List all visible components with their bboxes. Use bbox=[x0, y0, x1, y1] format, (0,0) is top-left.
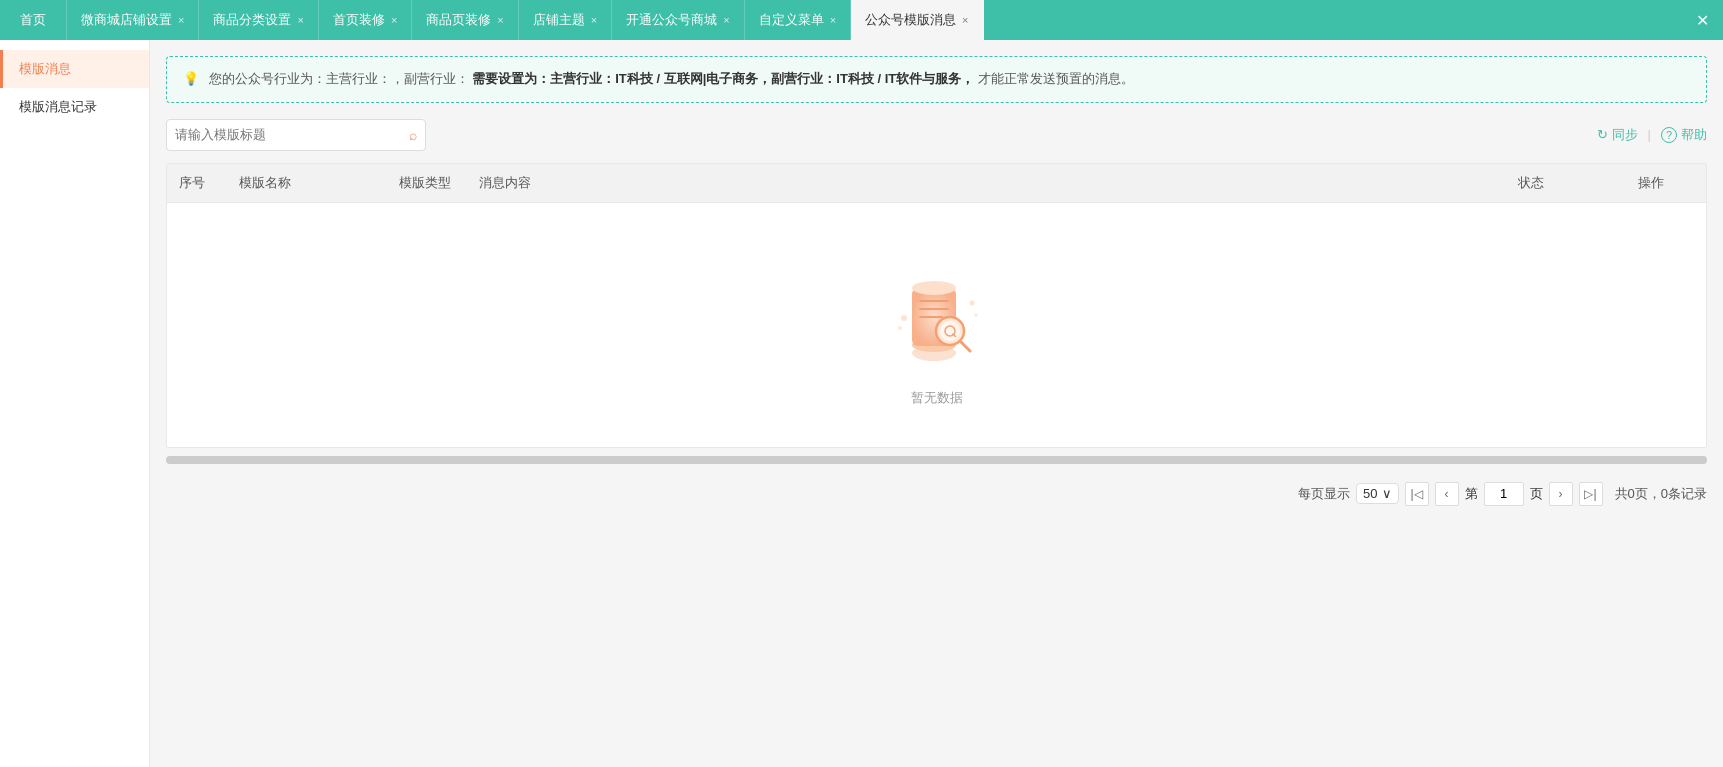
close-all-button[interactable]: ✕ bbox=[1682, 0, 1723, 40]
content-area: 💡 您的公众号行业为：主营行业：，副营行业： 需要设置为：主营行业：IT科技 /… bbox=[150, 40, 1723, 767]
sidebar-item-template-message-log[interactable]: 模版消息记录 bbox=[0, 88, 149, 126]
sidebar: 模版消息 模版消息记录 bbox=[0, 40, 150, 767]
nav-tab-1[interactable]: 商品分类设置 × bbox=[199, 0, 318, 40]
tab-label-6: 自定义菜单 bbox=[759, 11, 824, 29]
svg-line-9 bbox=[960, 341, 970, 351]
table-head: 序号 模版名称 模版类型 消息内容 状态 操作 bbox=[167, 164, 1706, 203]
tab-label-2: 首页装修 bbox=[333, 11, 385, 29]
sync-icon: ↻ bbox=[1597, 127, 1608, 142]
empty-text: 暂无数据 bbox=[911, 389, 963, 407]
col-header-content: 消息内容 bbox=[467, 164, 1506, 203]
nav-tab-0[interactable]: 微商城店铺设置 × bbox=[67, 0, 199, 40]
col-header-status: 状态 bbox=[1506, 164, 1626, 203]
tab-label-0: 微商城店铺设置 bbox=[81, 11, 172, 29]
pagination: 每页显示 50 ∨ |◁ ‹ 第 页 › ▷| 共0页，0条记录 bbox=[166, 472, 1707, 510]
last-page-icon: ▷| bbox=[1584, 487, 1596, 501]
table-empty-row: 暂无数据 bbox=[167, 202, 1706, 447]
nav-home[interactable]: 首页 bbox=[0, 0, 67, 40]
sidebar-item-label-0: 模版消息 bbox=[19, 61, 71, 76]
nav-tab-3[interactable]: 商品页装修 × bbox=[412, 0, 518, 40]
nav-tab-6[interactable]: 自定义菜单 × bbox=[745, 0, 851, 40]
tab-close-0[interactable]: × bbox=[178, 14, 184, 26]
sync-button[interactable]: ↻ 同步 bbox=[1597, 126, 1638, 144]
top-nav: 首页 微商城店铺设置 × 商品分类设置 × 首页装修 × 商品页装修 × 店铺主… bbox=[0, 0, 1723, 40]
nav-tab-4[interactable]: 店铺主题 × bbox=[519, 0, 612, 40]
table-scroll-bar[interactable] bbox=[166, 456, 1707, 464]
help-button[interactable]: ? 帮助 bbox=[1661, 126, 1707, 144]
notice-icon: 💡 bbox=[183, 71, 199, 86]
nav-tab-7[interactable]: 公众号模版消息 × bbox=[851, 0, 983, 40]
svg-point-8 bbox=[940, 321, 960, 341]
svg-point-12 bbox=[901, 315, 907, 321]
tab-label-3: 商品页装修 bbox=[426, 11, 491, 29]
per-page-chevron: ∨ bbox=[1382, 486, 1392, 501]
first-page-icon: |◁ bbox=[1410, 487, 1422, 501]
tab-label-5: 开通公众号商城 bbox=[626, 11, 717, 29]
tab-close-3[interactable]: × bbox=[497, 14, 503, 26]
tab-close-7[interactable]: × bbox=[962, 14, 968, 26]
notice-suffix: 才能正常发送预置的消息。 bbox=[978, 71, 1134, 86]
next-page-icon: › bbox=[1559, 487, 1563, 501]
main-layout: 模版消息 模版消息记录 💡 您的公众号行业为：主营行业：，副营行业： 需要设置为… bbox=[0, 40, 1723, 767]
tab-close-2[interactable]: × bbox=[391, 14, 397, 26]
tab-close-6[interactable]: × bbox=[830, 14, 836, 26]
empty-state: 暂无数据 bbox=[167, 203, 1706, 447]
page-number-input[interactable] bbox=[1484, 482, 1524, 506]
last-page-button[interactable]: ▷| bbox=[1579, 482, 1603, 506]
col-header-action: 操作 bbox=[1626, 164, 1706, 203]
search-input-wrap[interactable]: ⌕ bbox=[166, 119, 426, 151]
search-bar: ⌕ ↻ 同步 | ? 帮助 bbox=[166, 119, 1707, 151]
search-icon[interactable]: ⌕ bbox=[409, 127, 417, 143]
sidebar-item-label-1: 模版消息记录 bbox=[19, 99, 97, 114]
tab-close-5[interactable]: × bbox=[723, 14, 729, 26]
col-header-name: 模版名称 bbox=[227, 164, 387, 203]
table-scroll-thumb bbox=[166, 456, 1707, 464]
tab-close-4[interactable]: × bbox=[591, 14, 597, 26]
nav-tab-5[interactable]: 开通公众号商城 × bbox=[612, 0, 744, 40]
toolbar-divider: | bbox=[1648, 127, 1651, 142]
tab-close-1[interactable]: × bbox=[297, 14, 303, 26]
help-icon: ? bbox=[1661, 127, 1677, 143]
search-input[interactable] bbox=[175, 127, 409, 142]
table-body: 暂无数据 bbox=[167, 202, 1706, 447]
first-page-button[interactable]: |◁ bbox=[1405, 482, 1429, 506]
tab-label-4: 店铺主题 bbox=[533, 11, 585, 29]
prev-page-icon: ‹ bbox=[1445, 487, 1449, 501]
svg-point-14 bbox=[969, 300, 974, 305]
toolbar-right: ↻ 同步 | ? 帮助 bbox=[1597, 126, 1707, 144]
per-page-value: 50 bbox=[1363, 486, 1377, 501]
notice-highlight: 需要设置为：主营行业：IT科技 / 互联网|电子商务，副营行业：IT科技 / I… bbox=[472, 71, 974, 86]
notice-banner: 💡 您的公众号行业为：主营行业：，副营行业： 需要设置为：主营行业：IT科技 /… bbox=[166, 56, 1707, 103]
total-info: 共0页，0条记录 bbox=[1615, 485, 1707, 503]
close-all-icon: ✕ bbox=[1696, 11, 1709, 30]
page-label-suf: 页 bbox=[1530, 485, 1543, 503]
empty-illustration bbox=[882, 263, 992, 373]
table-header-row: 序号 模版名称 模版类型 消息内容 状态 操作 bbox=[167, 164, 1706, 203]
table-wrapper: 序号 模版名称 模版类型 消息内容 状态 操作 bbox=[166, 163, 1707, 448]
col-header-type: 模版类型 bbox=[387, 164, 467, 203]
svg-point-3 bbox=[912, 281, 956, 295]
svg-point-15 bbox=[974, 313, 978, 317]
nav-tab-2[interactable]: 首页装修 × bbox=[319, 0, 412, 40]
per-page-label: 每页显示 bbox=[1298, 485, 1350, 503]
prev-page-button[interactable]: ‹ bbox=[1435, 482, 1459, 506]
svg-point-13 bbox=[898, 326, 902, 330]
page-label-pre: 第 bbox=[1465, 485, 1478, 503]
sidebar-item-template-message[interactable]: 模版消息 bbox=[0, 50, 149, 88]
per-page-select[interactable]: 50 ∨ bbox=[1356, 483, 1398, 504]
tab-label-7: 公众号模版消息 bbox=[865, 11, 956, 29]
help-label: 帮助 bbox=[1681, 126, 1707, 144]
home-label: 首页 bbox=[20, 11, 46, 29]
next-page-button[interactable]: › bbox=[1549, 482, 1573, 506]
data-table: 序号 模版名称 模版类型 消息内容 状态 操作 bbox=[167, 164, 1706, 447]
sync-label: 同步 bbox=[1612, 126, 1638, 144]
notice-prefix: 您的公众号行业为：主营行业：，副营行业： bbox=[209, 71, 469, 86]
col-header-index: 序号 bbox=[167, 164, 227, 203]
tab-label-1: 商品分类设置 bbox=[213, 11, 291, 29]
